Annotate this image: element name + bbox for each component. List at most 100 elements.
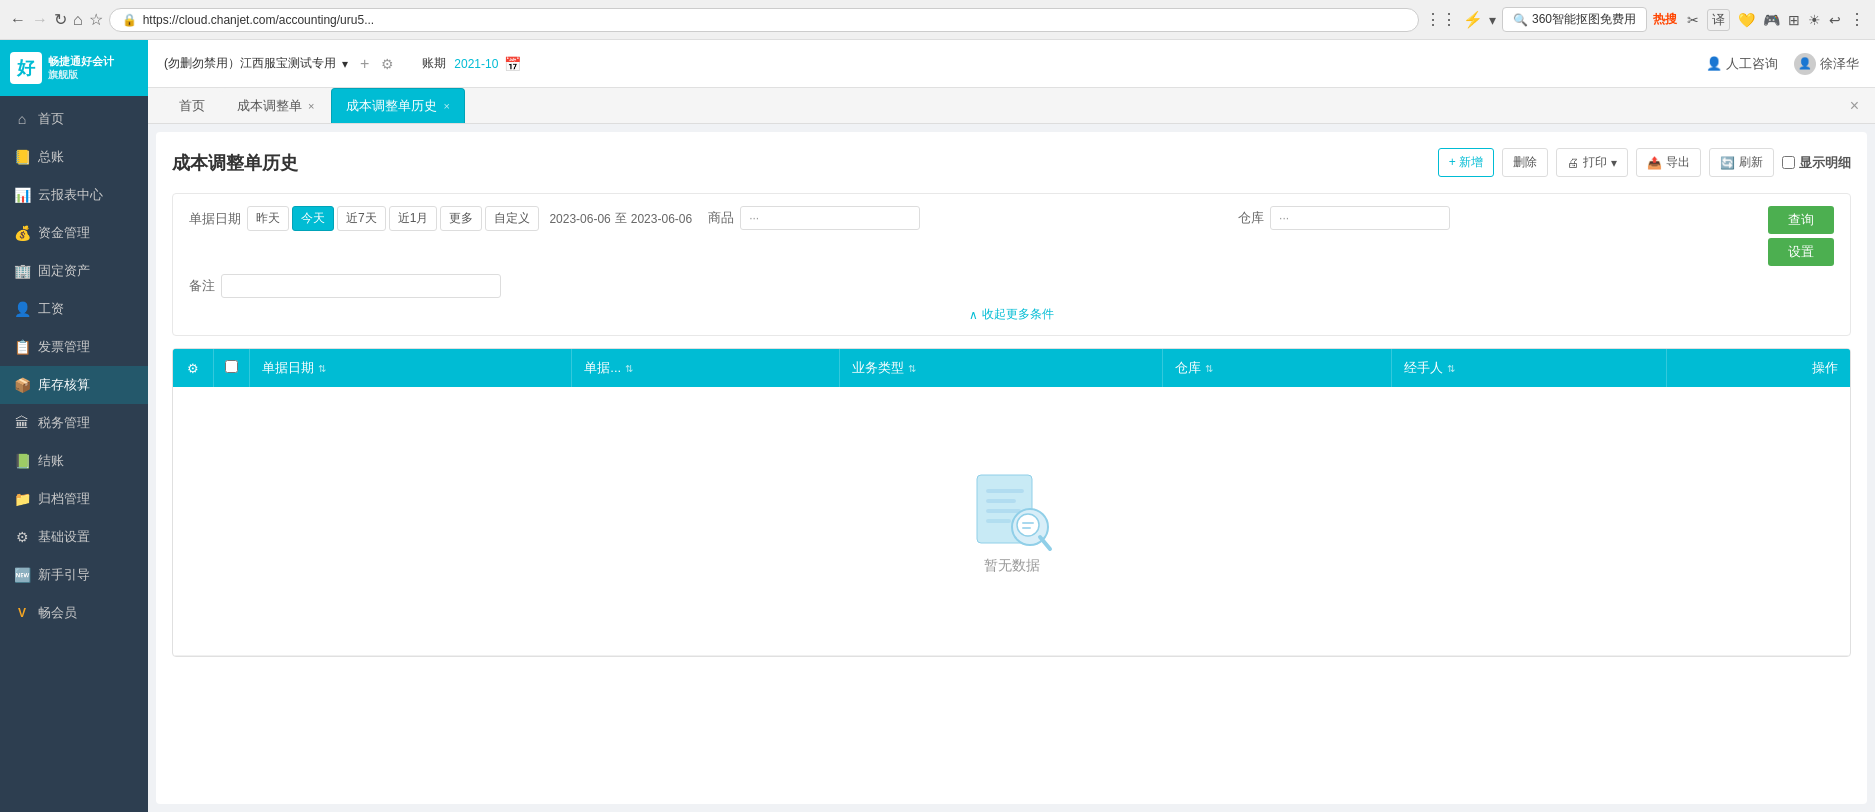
company-selector[interactable]: (勿删勿禁用）江西服宝测试专用 ▾ <box>164 55 348 72</box>
sidebar-label-report: 云报表中心 <box>38 186 103 204</box>
user-btn[interactable]: 👤 徐泽华 <box>1794 53 1859 75</box>
sidebar-label-fund: 资金管理 <box>38 224 90 242</box>
th-handler[interactable]: 经手人 <box>1391 349 1667 387</box>
tab-cost-adjust-history[interactable]: 成本调整单历史 × <box>331 88 464 123</box>
empty-illustration <box>962 467 1062 557</box>
print-button[interactable]: 🖨 打印 ▾ <box>1556 148 1628 177</box>
game-icon[interactable]: 🎮 <box>1763 12 1780 28</box>
url-text: https://cloud.chanjet.com/accounting/uru… <box>143 13 374 27</box>
salary-icon: 👤 <box>14 301 30 317</box>
th-doc-no[interactable]: 单据... <box>572 349 840 387</box>
refresh-button[interactable]: 🔄 刷新 <box>1709 148 1774 177</box>
tab-home[interactable]: 首页 <box>164 88 220 123</box>
th-settings[interactable]: ⚙ <box>173 349 213 387</box>
company-dropdown-icon: ▾ <box>342 57 348 71</box>
sidebar-item-settings[interactable]: ⚙ 基础设置 <box>0 518 148 556</box>
sidebar-item-inventory[interactable]: 📦 库存核算 <box>0 366 148 404</box>
calendar-icon[interactable]: 📅 <box>504 56 521 72</box>
date-today-btn[interactable]: 今天 <box>292 206 334 231</box>
date-filter-label: 单据日期 <box>189 210 241 228</box>
sidebar-item-report[interactable]: 📊 云报表中心 <box>0 176 148 214</box>
tax-icon: 🏛 <box>14 415 30 431</box>
svg-point-6 <box>1017 514 1039 536</box>
home-button[interactable]: ⌂ <box>73 11 83 29</box>
tab-cost-adjust[interactable]: 成本调整单 × <box>222 88 329 123</box>
sidebar-label-guide: 新手引导 <box>38 566 90 584</box>
svg-rect-8 <box>1022 522 1034 524</box>
sidebar-item-fund[interactable]: 💰 资金管理 <box>0 214 148 252</box>
collapse-btn[interactable]: ∧ 收起更多条件 <box>969 306 1054 323</box>
sidebar-item-archive[interactable]: 📁 归档管理 <box>0 480 148 518</box>
export-button[interactable]: 📤 导出 <box>1636 148 1701 177</box>
svg-rect-4 <box>986 519 1011 523</box>
svg-rect-9 <box>1022 527 1031 529</box>
dropdown-icon[interactable]: ▾ <box>1489 12 1496 28</box>
warehouse-select-wrap[interactable]: ··· <box>1270 206 1450 230</box>
tab-cost-adjust-close[interactable]: × <box>308 100 314 112</box>
add-company-icon[interactable]: + <box>360 55 369 73</box>
th-checkbox[interactable] <box>213 349 249 387</box>
home-icon: ⌂ <box>14 111 30 127</box>
select-all-checkbox[interactable] <box>225 360 238 373</box>
date-custom-btn[interactable]: 自定义 <box>485 206 539 231</box>
inventory-icon: 📦 <box>14 377 30 393</box>
sidebar-item-home[interactable]: ⌂ 首页 <box>0 100 148 138</box>
date-yesterday-btn[interactable]: 昨天 <box>247 206 289 231</box>
hot-label: 热搜 <box>1653 11 1677 28</box>
sidebar-item-guide[interactable]: 🆕 新手引导 <box>0 556 148 594</box>
brightness-icon[interactable]: ☀ <box>1808 12 1821 28</box>
query-button[interactable]: 查询 <box>1768 206 1834 234</box>
sidebar-item-tax[interactable]: 🏛 税务管理 <box>0 404 148 442</box>
column-settings-icon[interactable]: ⚙ <box>187 361 199 376</box>
sidebar-item-asset[interactable]: 🏢 固定资产 <box>0 252 148 290</box>
collapse-label: 收起更多条件 <box>982 306 1054 323</box>
date-more-btn[interactable]: 更多 <box>440 206 482 231</box>
th-warehouse[interactable]: 仓库 <box>1163 349 1392 387</box>
extensions-icon: ⋮⋮ <box>1425 10 1457 29</box>
sidebar-item-close[interactable]: 📗 结账 <box>0 442 148 480</box>
settings-company-icon[interactable]: ⚙ <box>381 56 394 72</box>
date-1month-btn[interactable]: 近1月 <box>389 206 438 231</box>
translate-icon[interactable]: 译 <box>1707 9 1730 31</box>
search-text: 360智能抠图免费用 <box>1532 11 1636 28</box>
tabs-close-btn[interactable]: × <box>1850 97 1859 115</box>
reload-button[interactable]: ↻ <box>54 10 67 29</box>
th-biz-type[interactable]: 业务类型 <box>840 349 1163 387</box>
grid-icon[interactable]: ⊞ <box>1788 12 1800 28</box>
logo-text: 畅捷通好会计 <box>48 54 114 68</box>
sidebar-label-settings: 基础设置 <box>38 528 90 546</box>
date-filter-group: 单据日期 昨天 今天 近7天 近1月 更多 自定义 2023-06-06 至 <box>189 206 692 231</box>
undo-icon[interactable]: ↩ <box>1829 12 1841 28</box>
sidebar-item-ledger[interactable]: 📒 总账 <box>0 138 148 176</box>
goods-select-wrap[interactable]: ··· <box>740 206 920 230</box>
more-icon[interactable]: ⋮ <box>1849 10 1865 29</box>
add-button[interactable]: + 新增 <box>1438 148 1494 177</box>
browser-search-bar[interactable]: 🔍 360智能抠图免费用 <box>1502 7 1647 32</box>
invoice-icon: 📋 <box>14 339 30 355</box>
forward-button[interactable]: → <box>32 11 48 29</box>
display-columns-checkbox[interactable] <box>1782 156 1795 169</box>
sidebar-item-salary[interactable]: 👤 工资 <box>0 290 148 328</box>
scissors-icon[interactable]: ✂ <box>1687 12 1699 28</box>
back-button[interactable]: ← <box>10 11 26 29</box>
sidebar-item-member[interactable]: V 畅会员 <box>0 594 148 632</box>
lock-icon: 🔒 <box>122 13 137 27</box>
setting-button[interactable]: 设置 <box>1768 238 1834 266</box>
empty-row: 暂无数据 <box>173 387 1850 656</box>
sidebar-item-invoice[interactable]: 📋 发票管理 <box>0 328 148 366</box>
sidebar-label-asset: 固定资产 <box>38 262 90 280</box>
remark-input[interactable] <box>221 274 501 298</box>
sidebar-label-ledger: 总账 <box>38 148 64 166</box>
star-button[interactable]: ☆ <box>89 10 103 29</box>
date-7days-btn[interactable]: 近7天 <box>337 206 386 231</box>
tab-cost-adjust-history-close[interactable]: × <box>443 100 449 112</box>
url-bar[interactable]: 🔒 https://cloud.chanjet.com/accounting/u… <box>109 8 1419 32</box>
th-date[interactable]: 单据日期 <box>249 349 572 387</box>
svg-rect-2 <box>986 499 1016 503</box>
report-icon: 📊 <box>14 187 30 203</box>
display-columns-label[interactable]: 显示明细 <box>1782 154 1851 172</box>
wallet-icon[interactable]: 💛 <box>1738 12 1755 28</box>
delete-button[interactable]: 删除 <box>1502 148 1548 177</box>
service-btn[interactable]: 👤 人工咨询 <box>1706 55 1778 73</box>
refresh-icon: 🔄 <box>1720 156 1735 170</box>
